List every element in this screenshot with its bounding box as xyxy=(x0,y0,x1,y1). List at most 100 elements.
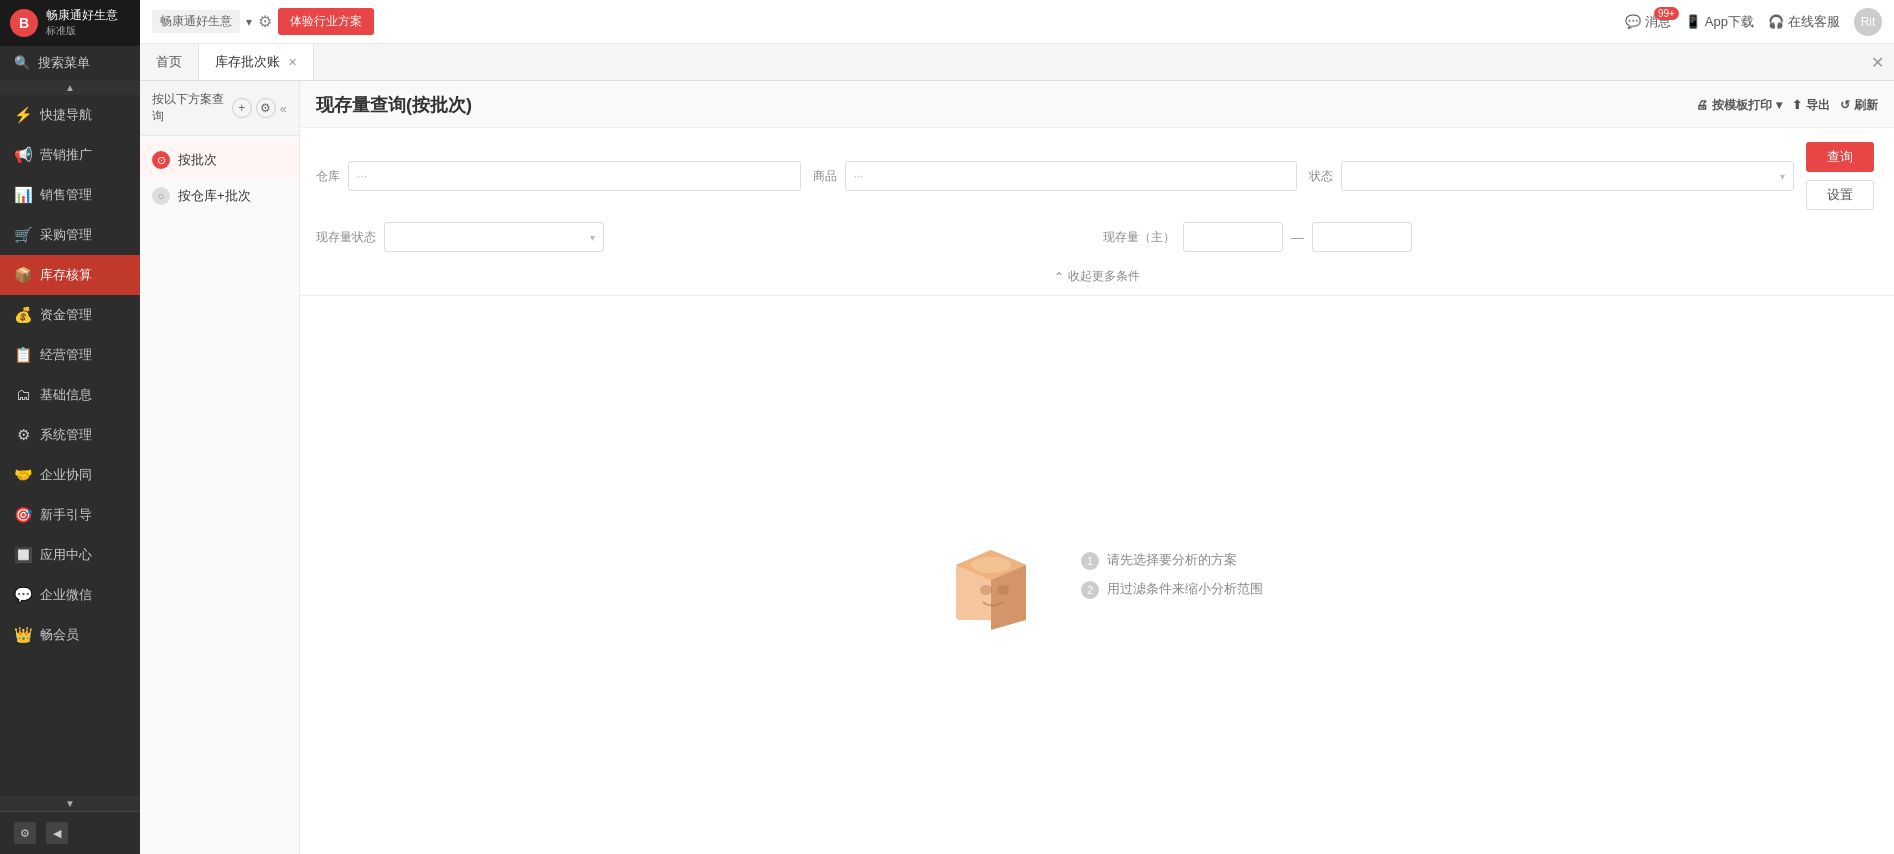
sidebar-header: B 畅康通好生意 标准版 xyxy=(0,0,140,46)
wechat-icon: 💬 xyxy=(14,586,32,604)
sidebar-item-label: 畅会员 xyxy=(40,626,79,644)
breadcrumb-dropdown[interactable]: ▾ xyxy=(246,15,252,29)
sidebar-item-label: 企业协同 xyxy=(40,466,92,484)
marketing-icon: 📢 xyxy=(14,146,32,164)
filter-row-1: 仓库 ··· 商品 ··· 状态 xyxy=(316,142,1878,210)
content-area: 按以下方案查询 + ⚙ « ⊙ 按批次 xyxy=(140,81,1894,854)
sidebar-search-label: 搜索菜单 xyxy=(38,54,90,72)
sidebar-item-member[interactable]: 👑 畅会员 xyxy=(0,615,140,655)
topbar-left: 畅康通好生意 ▾ ⚙ 体验行业方案 xyxy=(152,8,1617,35)
sidebar-item-guide[interactable]: 🎯 新手引导 xyxy=(0,495,140,535)
svg-point-5 xyxy=(997,585,1009,595)
action-btns: 查询 设置 xyxy=(1806,142,1878,210)
sidebar-item-wechat[interactable]: 💬 企业微信 xyxy=(0,575,140,615)
settings-btn[interactable]: 设置 xyxy=(1806,180,1874,210)
sidebar-settings-btn[interactable]: ⚙ xyxy=(14,822,36,844)
product-input[interactable]: ··· xyxy=(845,161,1298,191)
scroll-up-icon: ▲ xyxy=(63,80,77,95)
sidebar-search[interactable]: 🔍 搜索菜单 xyxy=(0,46,140,80)
inv-qty-from[interactable] xyxy=(1183,222,1283,252)
topbar-right: 💬 消息 99+ 📱 App下载 🎧 在线客服 Rit xyxy=(1625,8,1882,36)
inv-qty-to[interactable] xyxy=(1312,222,1412,252)
filter-group-warehouse: 仓库 ··· xyxy=(316,161,801,191)
tab-home[interactable]: 首页 xyxy=(140,44,199,80)
query-btn[interactable]: 查询 xyxy=(1806,142,1874,172)
step-1-num: 1 xyxy=(1081,552,1099,570)
apps-icon: 🔲 xyxy=(14,546,32,564)
collapse-icon: ◀ xyxy=(53,827,61,840)
collapse-chevron-icon: ⌃ xyxy=(1054,270,1064,284)
sidebar-collapse-btn[interactable]: ◀ xyxy=(46,822,68,844)
panel-collapse-icon[interactable]: « xyxy=(280,101,287,116)
app-version: 标准版 xyxy=(46,24,118,38)
status-select[interactable]: ▾ xyxy=(1341,161,1794,191)
system-icon: ⚙ xyxy=(14,426,32,444)
add-scheme-btn[interactable]: + xyxy=(232,98,252,118)
sidebar-item-label: 资金管理 xyxy=(40,306,92,324)
tabbar: 首页 库存批次账 ✕ ✕ xyxy=(140,44,1894,81)
sidebar-bottom: ⚙ ◀ xyxy=(0,811,140,854)
sidebar-item-enterprise[interactable]: 🤝 企业协同 xyxy=(0,455,140,495)
collapse-conditions-btn[interactable]: ⌃ 收起更多条件 xyxy=(316,262,1878,295)
tab-area-close-icon[interactable]: ✕ xyxy=(1871,53,1884,72)
finance-icon: 💰 xyxy=(14,306,32,324)
sidebar-item-label: 企业微信 xyxy=(40,586,92,604)
scheme-item-warehouse-batch[interactable]: ○ 按仓库+批次 xyxy=(140,178,299,214)
sidebar-item-quick-nav[interactable]: ⚡ 快捷导航 xyxy=(0,95,140,135)
warehouse-input[interactable]: ··· xyxy=(348,161,801,191)
phone-icon: 📱 xyxy=(1685,14,1701,29)
step-1-text: 请先选择要分析的方案 xyxy=(1107,551,1237,569)
messages-btn[interactable]: 💬 消息 99+ xyxy=(1625,13,1671,31)
sidebar-item-system[interactable]: ⚙ 系统管理 xyxy=(0,415,140,455)
sidebar-item-basic[interactable]: 🗂 基础信息 xyxy=(0,375,140,415)
sidebar-item-sales[interactable]: 📊 销售管理 xyxy=(0,175,140,215)
print-btn[interactable]: 🖨 按模板打印 ▾ xyxy=(1696,97,1782,114)
filter-group-inv-status: 现存量状态 ▾ xyxy=(316,222,1091,252)
sidebar-item-apps[interactable]: 🔲 应用中心 xyxy=(0,535,140,575)
settings-icon: ⚙ xyxy=(20,827,30,840)
customer-service-label: 在线客服 xyxy=(1788,13,1840,31)
scheme-item-batch[interactable]: ⊙ 按批次 xyxy=(140,142,299,178)
scheme-settings-btn[interactable]: ⚙ xyxy=(256,98,276,118)
scheme-list: ⊙ 按批次 ○ 按仓库+批次 xyxy=(140,136,299,854)
inv-status-select[interactable]: ▾ xyxy=(384,222,604,252)
sidebar-item-finance[interactable]: 💰 资金管理 xyxy=(0,295,140,335)
sidebar-item-marketing[interactable]: 📢 营销推广 xyxy=(0,135,140,175)
scroll-down-btn[interactable]: ▼ xyxy=(0,796,140,811)
tab-home-label: 首页 xyxy=(156,53,182,71)
product-label: 商品 xyxy=(813,168,837,185)
sidebar-item-label: 销售管理 xyxy=(40,186,92,204)
print-dropdown-icon: ▾ xyxy=(1776,98,1782,112)
tab-inventory-batch[interactable]: 库存批次账 ✕ xyxy=(199,44,314,80)
topbar-settings-icon[interactable]: ⚙ xyxy=(258,12,272,31)
refresh-icon: ↺ xyxy=(1840,98,1850,112)
trial-btn[interactable]: 体验行业方案 xyxy=(278,8,374,35)
avatar: Rit xyxy=(1854,8,1882,36)
customer-service-btn[interactable]: 🎧 在线客服 xyxy=(1768,13,1840,31)
search-icon: 🔍 xyxy=(14,55,30,70)
sidebar-item-label: 营销推广 xyxy=(40,146,92,164)
export-label: 导出 xyxy=(1806,97,1830,114)
message-badge: 99+ xyxy=(1654,7,1679,20)
status-dropdown-icon: ▾ xyxy=(1780,171,1785,182)
filter-row-2: 现存量状态 ▾ 现存量（主） — xyxy=(316,222,1878,252)
sidebar-scroll: ⚡ 快捷导航 📢 营销推广 📊 销售管理 🛒 采购管理 📦 库存核算 💰 资金管… xyxy=(0,95,140,796)
filter-group-product: 商品 ··· xyxy=(813,161,1298,191)
sidebar-item-label: 新手引导 xyxy=(40,506,92,524)
tab-close-icon[interactable]: ✕ xyxy=(288,56,297,69)
sidebar-item-label: 系统管理 xyxy=(40,426,92,444)
sidebar-item-purchase[interactable]: 🛒 采购管理 xyxy=(0,215,140,255)
sales-icon: 📊 xyxy=(14,186,32,204)
export-btn[interactable]: ⬆ 导出 xyxy=(1792,97,1830,114)
app-download-btn[interactable]: 📱 App下载 xyxy=(1685,13,1754,31)
sidebar-item-operations[interactable]: 📋 经营管理 xyxy=(0,335,140,375)
refresh-btn[interactable]: ↺ 刷新 xyxy=(1840,97,1878,114)
scroll-up-btn[interactable]: ▲ xyxy=(0,80,140,95)
title-actions: 🖨 按模板打印 ▾ ⬆ 导出 ↺ 刷新 xyxy=(1696,97,1878,114)
svg-point-4 xyxy=(980,585,992,595)
sidebar-item-inventory[interactable]: 📦 库存核算 xyxy=(0,255,140,295)
user-avatar-btn[interactable]: Rit xyxy=(1854,8,1882,36)
sidebar-item-label: 应用中心 xyxy=(40,546,92,564)
message-icon: 💬 xyxy=(1625,14,1641,29)
inventory-icon: 📦 xyxy=(14,266,32,284)
